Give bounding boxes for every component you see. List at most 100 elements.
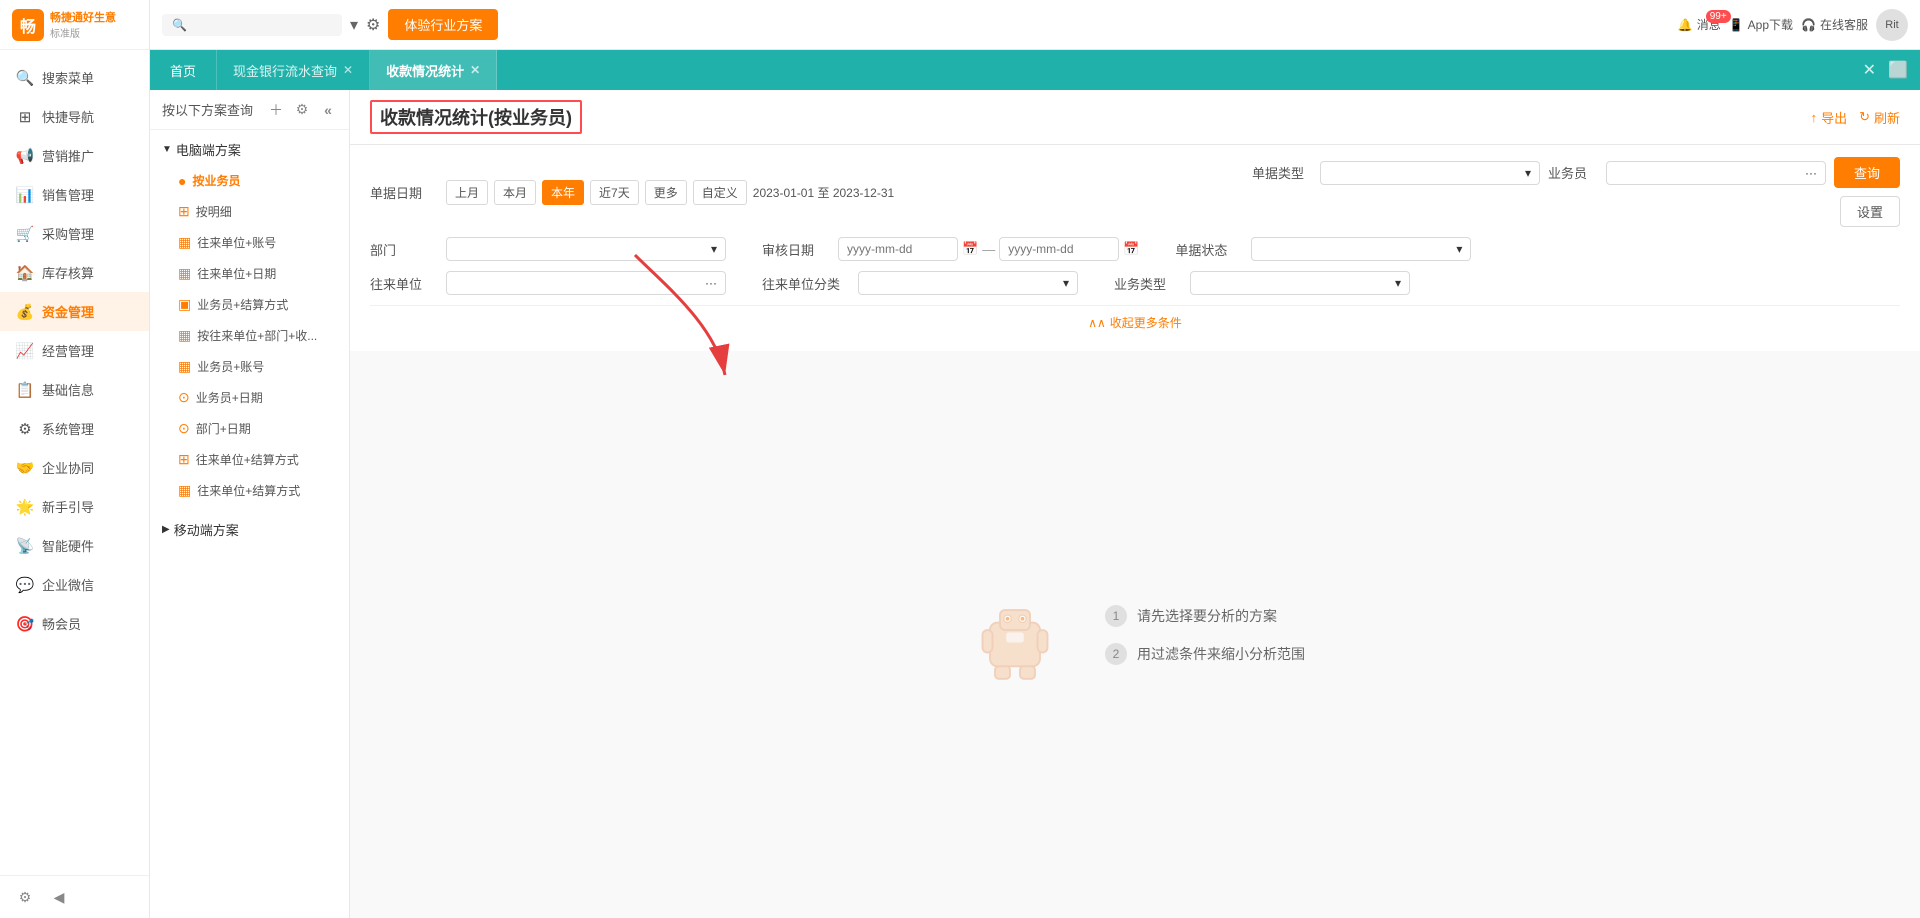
scheme-item-by-sp-date[interactable]: ⊙ 业务员+日期: [150, 382, 349, 413]
topbar-search[interactable]: 🔍: [162, 14, 342, 36]
scheme-item-by-dept-date[interactable]: ⊙ 部门+日期: [150, 413, 349, 444]
online-service-area[interactable]: 🎧 在线客服: [1801, 16, 1868, 33]
date-btn-last-month[interactable]: 上月: [446, 180, 488, 205]
sidebar-item-sales[interactable]: 📊 销售管理: [0, 175, 149, 214]
tabs-bar: 首页 现金银行流水查询 ✕ 收款情况统计 ✕ ✕ ⬜: [150, 50, 1920, 90]
sidebar-item-marketing[interactable]: 📢 营销推广: [0, 136, 149, 175]
filter-action-area: 单据类型 ▾ 业务员 ··· 查询: [1252, 157, 1900, 227]
dept-label: 部门: [370, 240, 430, 259]
sidebar-item-guide[interactable]: 🌟 新手引导: [0, 487, 149, 526]
wechat-icon: 💬: [16, 576, 34, 594]
collapse-icon: ∧∧: [1088, 316, 1106, 330]
sidebar-item-search[interactable]: 🔍 搜索菜单: [0, 58, 149, 97]
scheme-item-icon-unit-dept: ▦: [178, 327, 191, 344]
review-date-from[interactable]: [838, 237, 958, 261]
notification-area[interactable]: 🔔 消息 99+: [1678, 16, 1721, 33]
filter-right-top: 单据类型 ▾ 业务员 ··· 查询: [1252, 157, 1900, 188]
date-btn-last7[interactable]: 近7天: [590, 180, 639, 205]
collapse-bar[interactable]: ∧∧ 收起更多条件: [370, 305, 1900, 339]
scheme-add-icon[interactable]: ＋: [267, 101, 285, 119]
scheme-group-desktop-title[interactable]: ▼ 电脑端方案: [150, 134, 349, 165]
page-header-actions: ↑ 导出 ↻ 刷新: [1811, 108, 1900, 127]
base-icon: 📋: [16, 381, 34, 399]
user-avatar[interactable]: Rit: [1876, 9, 1908, 41]
tab-close-window-icon[interactable]: ✕: [1863, 60, 1876, 80]
sidebar-item-member[interactable]: 🎯 畅会员: [0, 604, 149, 643]
hint-num-1: 1: [1105, 605, 1127, 627]
tab-receipt-stats-close[interactable]: ✕: [470, 63, 480, 77]
purchase-icon: 🛒: [16, 225, 34, 243]
scheme-item-icon-unit-settle2: ▦: [178, 482, 191, 499]
sidebar-item-nav[interactable]: ⊞ 快捷导航: [0, 97, 149, 136]
scheme-item-by-unit-date[interactable]: ▦ 往来单位+日期: [150, 258, 349, 289]
topbar-settings-icon[interactable]: ⚙: [366, 15, 380, 35]
sidebar-item-operation[interactable]: 📈 经营管理: [0, 331, 149, 370]
bottom-area: 1 请先选择要分析的方案 2 用过滤条件来缩小分析范围: [350, 351, 1920, 918]
scheme-item-icon-salesperson: ●: [178, 173, 186, 189]
scheme-item-by-unit-account[interactable]: ▦ 往来单位+账号: [150, 227, 349, 258]
date-btn-this-month[interactable]: 本月: [494, 180, 536, 205]
refresh-button[interactable]: ↻ 刷新: [1859, 108, 1900, 127]
scheme-item-by-salesperson-settle[interactable]: ▣ 业务员+结算方式: [150, 289, 349, 320]
logo-text-area: 畅捷通好生意 标准版: [50, 9, 116, 40]
scheme-item-by-detail[interactable]: ⊞ 按明细: [150, 196, 349, 227]
date-btn-custom[interactable]: 自定义: [693, 180, 747, 205]
sales-icon: 📊: [16, 186, 34, 204]
export-button[interactable]: ↑ 导出: [1811, 108, 1848, 127]
sidebar-item-finance[interactable]: 💰 资金管理: [0, 292, 149, 331]
sidebar-item-corp[interactable]: 🤝 企业协同: [0, 448, 149, 487]
date-btn-more[interactable]: 更多: [645, 180, 687, 205]
sidebar-footer: ⚙ ◀: [0, 875, 149, 918]
scheme-item-by-unit-dept[interactable]: ▦ 按往来单位+部门+收...: [150, 320, 349, 351]
inventory-icon: 🏠: [16, 264, 34, 282]
sidebar-item-system[interactable]: ⚙ 系统管理: [0, 409, 149, 448]
operation-icon: 📈: [16, 342, 34, 360]
scheme-item-icon-dept-date: ⊙: [178, 420, 190, 437]
scheme-item-icon-detail: ⊞: [178, 203, 190, 220]
date-range-text: 2023-01-01 至 2023-12-31: [753, 184, 894, 201]
counterpart-cat-select[interactable]: ▾: [858, 271, 1078, 295]
scheme-item-by-sp-account[interactable]: ▦ 业务员+账号: [150, 351, 349, 382]
date-btn-this-year[interactable]: 本年: [542, 180, 584, 205]
dept-select[interactable]: ▾: [446, 237, 726, 261]
scheme-item-icon-sp-date: ⊙: [178, 389, 190, 406]
document-type-select[interactable]: ▾: [1320, 161, 1540, 185]
date-label: 单据日期: [370, 183, 430, 202]
scheme-collapse-icon[interactable]: «: [319, 101, 337, 119]
bottom-hints: 1 请先选择要分析的方案 2 用过滤条件来缩小分析范围: [1105, 605, 1305, 665]
settings-button[interactable]: 设置: [1840, 196, 1900, 227]
trial-button[interactable]: 体验行业方案: [388, 9, 498, 40]
scheme-item-by-unit-settle2[interactable]: ▦ 往来单位+结算方式: [150, 475, 349, 506]
scheme-item-by-unit-settle1[interactable]: ⊞ 往来单位+结算方式: [150, 444, 349, 475]
tab-receipt-stats[interactable]: 收款情况统计 ✕: [370, 50, 497, 90]
scheme-settings-icon[interactable]: ⚙: [293, 101, 311, 119]
sidebar-item-hardware[interactable]: 📡 智能硬件: [0, 526, 149, 565]
scheme-item-by-salesperson[interactable]: ● 按业务员: [150, 165, 349, 196]
app-download-area[interactable]: 📱 App下载: [1729, 16, 1793, 33]
tab-home[interactable]: 首页: [150, 50, 217, 90]
bottom-content: 1 请先选择要分析的方案 2 用过滤条件来缩小分析范围: [965, 585, 1305, 685]
query-button[interactable]: 查询: [1834, 157, 1900, 188]
sidebar-item-wechat[interactable]: 💬 企业微信: [0, 565, 149, 604]
tab-maximize-icon[interactable]: ⬜: [1888, 60, 1908, 80]
biz-type-select[interactable]: ▾: [1190, 271, 1410, 295]
counterpart-select[interactable]: ···: [446, 271, 726, 295]
review-date-to[interactable]: [999, 237, 1119, 261]
salesperson-label: 业务员: [1548, 163, 1598, 182]
sidebar-item-base[interactable]: 📋 基础信息: [0, 370, 149, 409]
tab-bank-flow[interactable]: 现金银行流水查询 ✕: [217, 50, 370, 90]
notification-badge: 99+: [1706, 10, 1731, 23]
sidebar-item-inventory[interactable]: 🏠 库存核算: [0, 253, 149, 292]
logo-name: 畅捷通好生意: [50, 9, 116, 25]
scheme-group-mobile-title[interactable]: ▶ 移动端方案: [150, 514, 349, 545]
doc-status-select[interactable]: ▾: [1251, 237, 1471, 261]
tab-bank-flow-close[interactable]: ✕: [343, 63, 353, 77]
topbar-dropdown-icon[interactable]: ▾: [350, 15, 358, 35]
footer-collapse-icon[interactable]: ◀: [50, 888, 68, 906]
salesperson-select[interactable]: ···: [1606, 161, 1826, 185]
footer-settings-icon[interactable]: ⚙: [16, 888, 34, 906]
counterpart-label: 往来单位: [370, 274, 430, 293]
sidebar-item-purchase[interactable]: 🛒 采购管理: [0, 214, 149, 253]
topbar-search-icon: 🔍: [172, 18, 187, 32]
marketing-icon: 📢: [16, 147, 34, 165]
